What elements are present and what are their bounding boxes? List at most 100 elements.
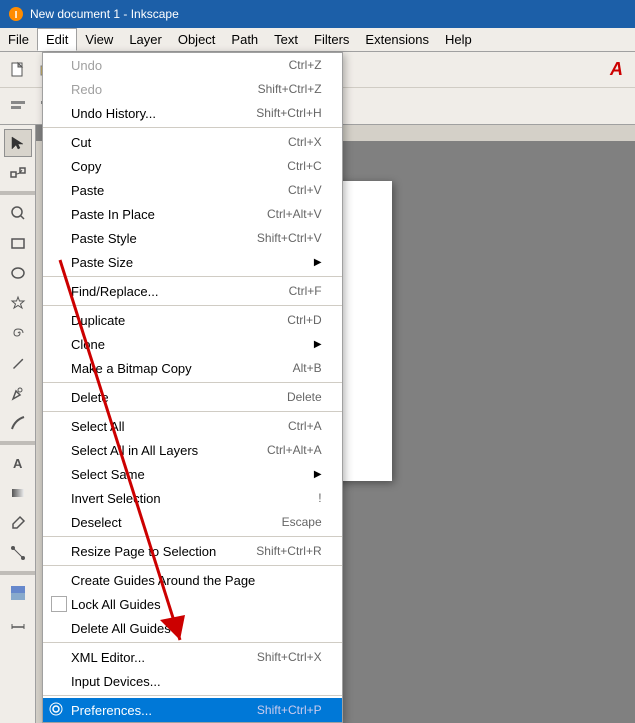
menu-item-undo-history-shortcut: Shift+Ctrl+H [256,106,321,120]
connector-tool[interactable] [4,539,32,567]
lock-guides-checkbox [51,596,67,612]
menu-item-paste-label: Paste [71,183,104,198]
menu-text[interactable]: Text [266,28,306,51]
menu-file[interactable]: File [0,28,37,51]
menu-item-find-shortcut: Ctrl+F [289,284,322,298]
spiral-tool[interactable] [4,319,32,347]
menu-item-undo-history-label: Undo History... [71,106,156,121]
menu-help[interactable]: Help [437,28,480,51]
menu-item-invert-selection[interactable]: Invert Selection ! [43,486,342,510]
menu-item-redo[interactable]: Redo Shift+Ctrl+Z [43,77,342,101]
menu-filters[interactable]: Filters [306,28,357,51]
menu-layer[interactable]: Layer [121,28,170,51]
new-btn[interactable] [4,56,32,84]
tool-separator-1 [0,191,35,195]
menu-item-select-all-layers[interactable]: Select All in All Layers Ctrl+Alt+A [43,438,342,462]
menu-bar: File Edit View Layer Object Path Text Fi… [0,28,635,52]
menu-item-deselect-shortcut: Escape [282,515,322,529]
menu-item-deselect[interactable]: Deselect Escape [43,510,342,534]
menu-item-preferences-label: Preferences... [71,703,152,718]
pen-tool[interactable] [4,379,32,407]
rect-tool[interactable] [4,229,32,257]
menu-item-lock-guides[interactable]: Lock All Guides [43,592,342,616]
tool-separator-2 [0,441,35,445]
menu-item-input-devices[interactable]: Input Devices... [43,669,342,693]
svg-text:A: A [13,456,23,471]
menu-item-paste[interactable]: Paste Ctrl+V [43,178,342,202]
menu-item-cut-label: Cut [71,135,91,150]
select-same-arrow: ▶ [314,469,322,480]
sep-after-clone [43,382,342,383]
text-tool[interactable]: A [4,449,32,477]
menu-item-paste-in-place-label: Paste In Place [71,207,155,222]
gradient-tool[interactable] [4,479,32,507]
menu-item-copy[interactable]: Copy Ctrl+C [43,154,342,178]
menu-object[interactable]: Object [170,28,224,51]
menu-edit[interactable]: Edit [37,28,77,51]
sep-before-prefs [43,695,342,696]
pencil-tool[interactable] [4,349,32,377]
menu-item-paste-size[interactable]: Paste Size ▶ [43,250,342,274]
sep-after-find [43,305,342,306]
menu-item-xml-editor-label: XML Editor... [71,650,145,665]
menu-item-duplicate[interactable]: Duplicate Ctrl+D [43,308,342,332]
menu-item-paste-style-shortcut: Shift+Ctrl+V [257,231,322,245]
menu-item-select-all[interactable]: Select All Ctrl+A [43,414,342,438]
zoom-tool[interactable] [4,199,32,227]
menu-item-xml-editor[interactable]: XML Editor... Shift+Ctrl+X [43,645,342,669]
paste-size-arrow: ▶ [314,257,322,268]
menu-item-paste-size-label: Paste Size [71,255,133,270]
menu-item-delete-shortcut: Delete [287,390,322,404]
menu-item-undo-label: Undo [71,58,102,73]
menu-item-preferences-icon [49,702,63,719]
menu-item-delete[interactable]: Delete Delete [43,385,342,409]
menu-item-paste-in-place[interactable]: Paste In Place Ctrl+Alt+V [43,202,342,226]
menu-item-cut[interactable]: Cut Ctrl+X [43,130,342,154]
menu-item-make-bitmap-label: Make a Bitmap Copy [71,361,192,376]
menu-view[interactable]: View [77,28,121,51]
eyedropper-tool[interactable] [4,509,32,537]
svg-text:I: I [15,10,18,21]
node-tool[interactable] [4,159,32,187]
menu-item-copy-label: Copy [71,159,101,174]
star-tool[interactable] [4,289,32,317]
menu-item-paste-in-place-shortcut: Ctrl+Alt+V [267,207,322,221]
menu-item-invert-shortcut: ! [318,491,321,505]
menu-path[interactable]: Path [223,28,266,51]
left-toolbox: A [0,125,36,723]
circle-tool[interactable] [4,259,32,287]
menu-item-delete-guides[interactable]: Delete All Guides [43,616,342,640]
menu-item-invert-selection-label: Invert Selection [71,491,161,506]
select-tool[interactable] [4,129,32,157]
menu-item-input-devices-label: Input Devices... [71,674,161,689]
sep-after-select [43,536,342,537]
menu-item-duplicate-label: Duplicate [71,313,125,328]
menu-extensions[interactable]: Extensions [357,28,437,51]
calligraphy-tool[interactable] [4,409,32,437]
menu-item-preferences[interactable]: Preferences... Shift+Ctrl+P [43,698,342,722]
sep-after-history [43,127,342,128]
title-bar: I New document 1 - Inkscape [0,0,635,28]
menu-item-select-all-label: Select All [71,419,124,434]
menu-item-clone[interactable]: Clone ▶ [43,332,342,356]
menu-item-delete-guides-label: Delete All Guides [71,621,171,636]
menu-item-create-guides[interactable]: Create Guides Around the Page [43,568,342,592]
menu-item-paste-style-label: Paste Style [71,231,137,246]
menu-item-make-bitmap[interactable]: Make a Bitmap Copy Alt+B [43,356,342,380]
align-left-btn[interactable] [4,92,32,120]
menu-item-deselect-label: Deselect [71,515,122,530]
menu-item-make-bitmap-shortcut: Alt+B [293,361,322,375]
menu-item-find-replace[interactable]: Find/Replace... Ctrl+F [43,279,342,303]
inkscape-logo-text: A [610,59,631,80]
menu-item-undo-history[interactable]: Undo History... Shift+Ctrl+H [43,101,342,125]
menu-item-undo-shortcut: Ctrl+Z [289,58,322,72]
menu-item-select-same[interactable]: Select Same ▶ [43,462,342,486]
menu-item-resize-page[interactable]: Resize Page to Selection Shift+Ctrl+R [43,539,342,563]
measure-tool[interactable] [4,609,32,637]
menu-item-undo[interactable]: Undo Ctrl+Z [43,53,342,77]
inkscape-icon: I [8,6,24,22]
menu-item-paste-style[interactable]: Paste Style Shift+Ctrl+V [43,226,342,250]
menu-item-duplicate-shortcut: Ctrl+D [287,313,321,327]
menu-item-clone-label: Clone [71,337,105,352]
fill-tool[interactable] [4,579,32,607]
